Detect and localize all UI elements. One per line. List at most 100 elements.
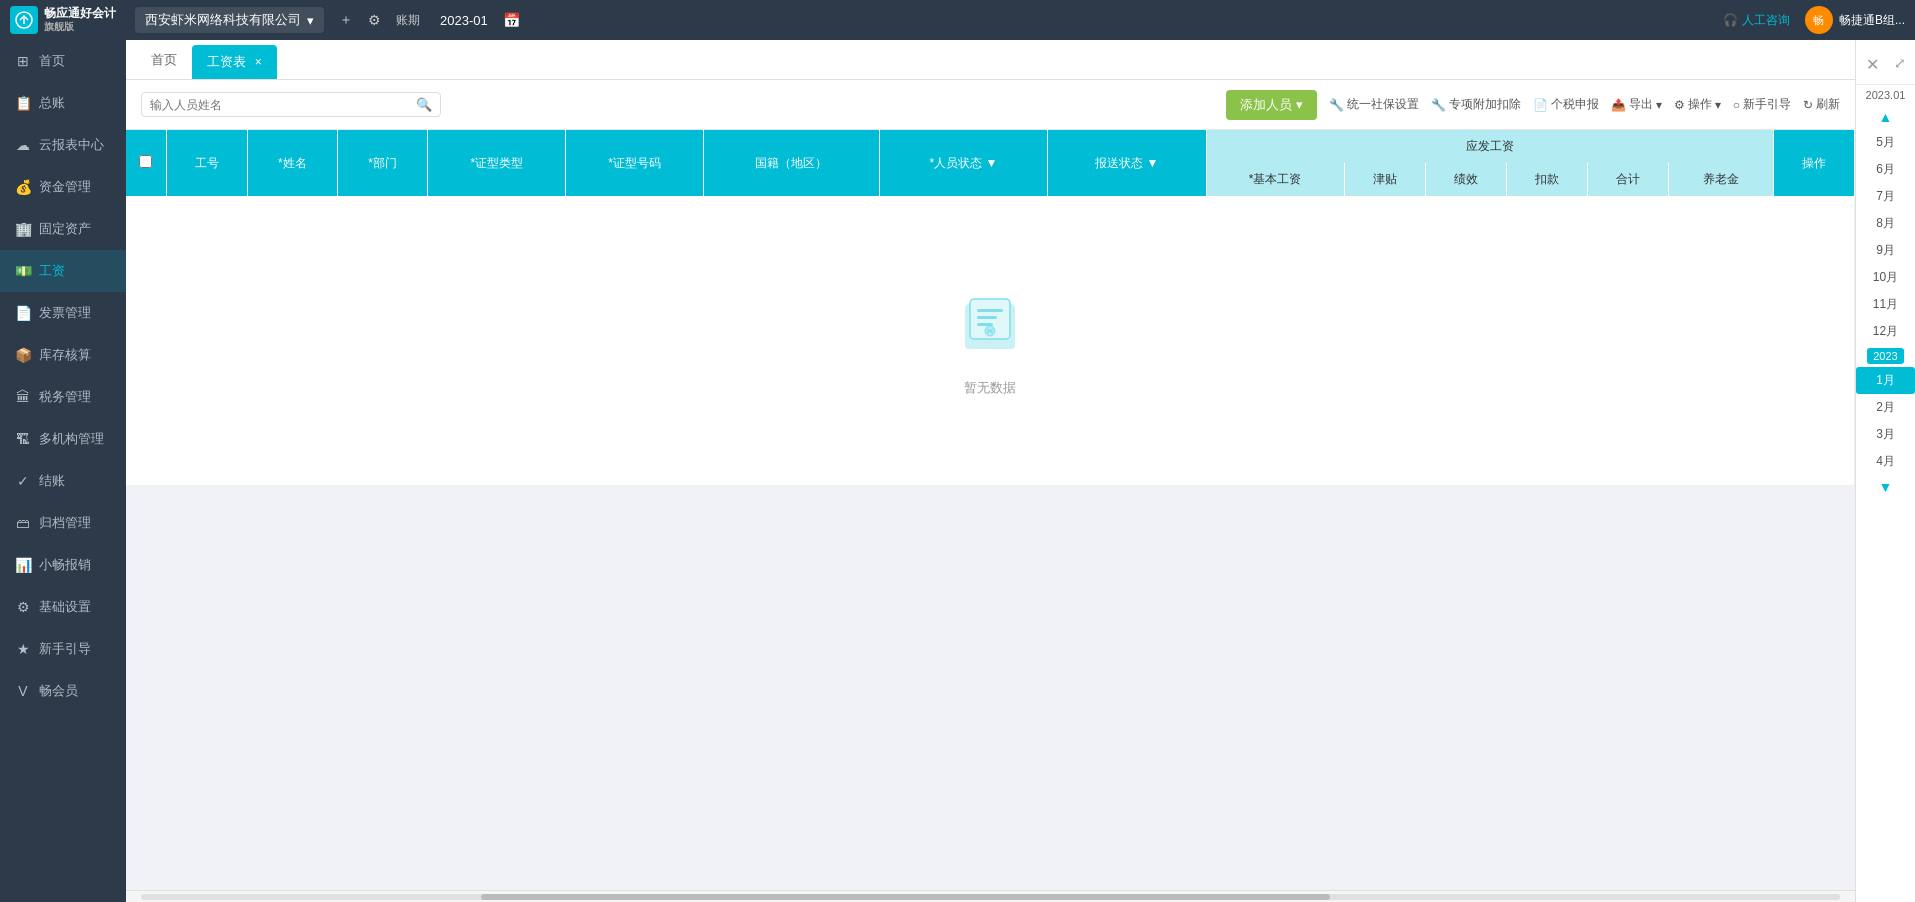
- sidebar-item-home-label: 首页: [39, 52, 65, 70]
- select-all-checkbox[interactable]: [139, 155, 152, 168]
- social-security-icon: 🔧: [1329, 98, 1344, 112]
- settings-icon[interactable]: ⚙: [368, 12, 381, 28]
- sidebar-item-ledger[interactable]: 📋 总账: [0, 82, 126, 124]
- special-deduct-btn[interactable]: 🔧 专项附加扣除: [1431, 96, 1521, 113]
- month-12[interactable]: 12月: [1856, 318, 1915, 345]
- month-4[interactable]: 4月: [1856, 448, 1915, 475]
- multi-org-icon: 🏗: [15, 431, 31, 447]
- sidebar-item-tax-label: 税务管理: [39, 388, 91, 406]
- report-filter-icon[interactable]: ▼: [1147, 156, 1159, 170]
- home-icon: ⊞: [15, 53, 31, 69]
- header-middle: ＋ ⚙ 账期 2023-01 📅: [339, 11, 520, 29]
- month-11[interactable]: 11月: [1856, 291, 1915, 318]
- social-security-btn[interactable]: 🔧 统一社保设置: [1329, 96, 1419, 113]
- search-input[interactable]: [150, 98, 411, 112]
- tab-salary-table[interactable]: 工资表 ×: [192, 45, 277, 79]
- month-8[interactable]: 8月: [1856, 210, 1915, 237]
- sidebar-item-archive-label: 归档管理: [39, 514, 91, 532]
- sidebar-item-funds[interactable]: 💰 资金管理: [0, 166, 126, 208]
- salary-table: 工号 *姓名 *部门 *证型类型 *证型号码 国籍（地区） *人员状态 ▼ 报送…: [126, 130, 1855, 486]
- th-total: 合计: [1587, 163, 1668, 196]
- month-3[interactable]: 3月: [1856, 421, 1915, 448]
- special-deduct-icon: 🔧: [1431, 98, 1446, 112]
- sidebar-item-home[interactable]: ⊞ 首页: [0, 40, 126, 82]
- month-1[interactable]: 1月: [1856, 367, 1915, 394]
- month-10[interactable]: 10月: [1856, 264, 1915, 291]
- chevron-down-icon: ▾: [307, 13, 314, 28]
- date-nav-down-button[interactable]: ▼: [1856, 475, 1915, 499]
- basic-settings-icon: ⚙: [15, 599, 31, 615]
- sidebar-item-invoice[interactable]: 📄 发票管理: [0, 292, 126, 334]
- scrollbar-thumb[interactable]: [481, 894, 1331, 900]
- th-country: 国籍（地区）: [703, 130, 879, 196]
- th-dept: *部门: [337, 130, 427, 196]
- sidebar-item-member-label: 畅会员: [39, 682, 78, 700]
- search-icon: 🔍: [416, 97, 432, 112]
- headset-icon: 🎧: [1723, 13, 1738, 27]
- panel-maximize-button[interactable]: ⤢: [1889, 50, 1911, 79]
- status-filter-icon[interactable]: ▼: [986, 156, 998, 170]
- horizontal-scrollbar[interactable]: [126, 890, 1855, 902]
- month-9[interactable]: 9月: [1856, 237, 1915, 264]
- sidebar-item-basic[interactable]: ⚙ 基础设置: [0, 586, 126, 628]
- company-selector[interactable]: 西安虾米网络科技有限公司 ▾: [135, 7, 324, 33]
- sidebar-item-salary-label: 工资: [39, 262, 65, 280]
- user-button[interactable]: 畅 畅捷通B组...: [1805, 6, 1905, 34]
- calendar-icon[interactable]: 📅: [503, 12, 520, 28]
- user-name: 畅捷通B组...: [1839, 12, 1905, 29]
- guide-btn[interactable]: ○ 新手引导: [1733, 96, 1791, 113]
- empty-illustration: [950, 284, 1030, 364]
- sidebar-item-archive[interactable]: 🗃 归档管理: [0, 502, 126, 544]
- xiaochang-icon: 📊: [15, 557, 31, 573]
- sidebar-item-guide-label: 新手引导: [39, 640, 91, 658]
- panel-close-button[interactable]: ✕: [1861, 50, 1884, 79]
- member-icon: V: [15, 683, 31, 699]
- sidebar-item-settle[interactable]: ✓ 结账: [0, 460, 126, 502]
- sidebar-item-tax[interactable]: 🏛 税务管理: [0, 376, 126, 418]
- sidebar-item-cloud-report[interactable]: ☁ 云报表中心: [0, 124, 126, 166]
- tab-home[interactable]: 首页: [136, 43, 192, 79]
- sidebar-item-member[interactable]: V 畅会员: [0, 670, 126, 712]
- sidebar-item-inventory[interactable]: 📦 库存核算: [0, 334, 126, 376]
- th-status: *人员状态 ▼: [880, 130, 1048, 196]
- search-wrap: 🔍: [141, 92, 441, 117]
- operations-btn[interactable]: ⚙ 操作 ▾: [1674, 96, 1721, 113]
- sidebar-item-funds-label: 资金管理: [39, 178, 91, 196]
- add-person-button[interactable]: 添加人员 ▾: [1226, 90, 1317, 120]
- export-btn[interactable]: 📤 导出 ▾: [1611, 96, 1662, 113]
- month-5[interactable]: 5月: [1856, 129, 1915, 156]
- table-header-row: 工号 *姓名 *部门 *证型类型 *证型号码 国籍（地区） *人员状态 ▼ 报送…: [126, 130, 1855, 163]
- sidebar-item-xiaochang[interactable]: 📊 小畅报销: [0, 544, 126, 586]
- user-avatar: 畅: [1805, 6, 1833, 34]
- logo-area: 畅应通好会计 旗舰版: [10, 6, 135, 34]
- personal-tax-icon: 📄: [1533, 98, 1548, 112]
- add-icon[interactable]: ＋: [339, 11, 353, 29]
- personal-tax-btn[interactable]: 📄 个税申报: [1533, 96, 1599, 113]
- sidebar-item-settle-label: 结账: [39, 472, 65, 490]
- date-nav-up-button[interactable]: ▲: [1856, 105, 1915, 129]
- month-6[interactable]: 6月: [1856, 156, 1915, 183]
- sidebar-item-cloud-label: 云报表中心: [39, 136, 104, 154]
- refresh-btn[interactable]: ↻ 刷新: [1803, 96, 1840, 113]
- sidebar-item-fixed-assets[interactable]: 🏢 固定资产: [0, 208, 126, 250]
- sidebar-item-basic-label: 基础设置: [39, 598, 91, 616]
- service-button[interactable]: 🎧 人工咨询: [1723, 12, 1790, 29]
- tab-close-icon[interactable]: ×: [255, 55, 262, 69]
- top-header: 畅应通好会计 旗舰版 西安虾米网络科技有限公司 ▾ ＋ ⚙ 账期 2023-01…: [0, 0, 1915, 40]
- month-2[interactable]: 2月: [1856, 394, 1915, 421]
- year-2023-label[interactable]: 2023: [1867, 348, 1903, 364]
- dropdown-arrow-icon: ▾: [1296, 97, 1303, 112]
- sidebar-item-guide[interactable]: ★ 新手引导: [0, 628, 126, 670]
- month-7[interactable]: 7月: [1856, 183, 1915, 210]
- th-yifa-group: 应发工资: [1206, 130, 1773, 163]
- period-value[interactable]: 2023-01: [440, 13, 488, 28]
- sidebar-item-salary[interactable]: 💵 工资: [0, 250, 126, 292]
- th-actions-col: 操作: [1773, 130, 1854, 196]
- app-logo-icon: [10, 6, 38, 34]
- svg-rect-3: [977, 309, 1003, 312]
- main-layout: ⊞ 首页 📋 总账 ☁ 云报表中心 💰 资金管理 🏢 固定资产 💵 工资 📄 发…: [0, 40, 1915, 902]
- tab-bar: 首页 工资表 ×: [126, 40, 1855, 80]
- toolbar: 🔍 添加人员 ▾ 🔧 统一社保设置 🔧 专项附加扣除 📄 个税申报: [126, 80, 1855, 130]
- sidebar-item-multi-org[interactable]: 🏗 多机构管理: [0, 418, 126, 460]
- sidebar-item-multi-org-label: 多机构管理: [39, 430, 104, 448]
